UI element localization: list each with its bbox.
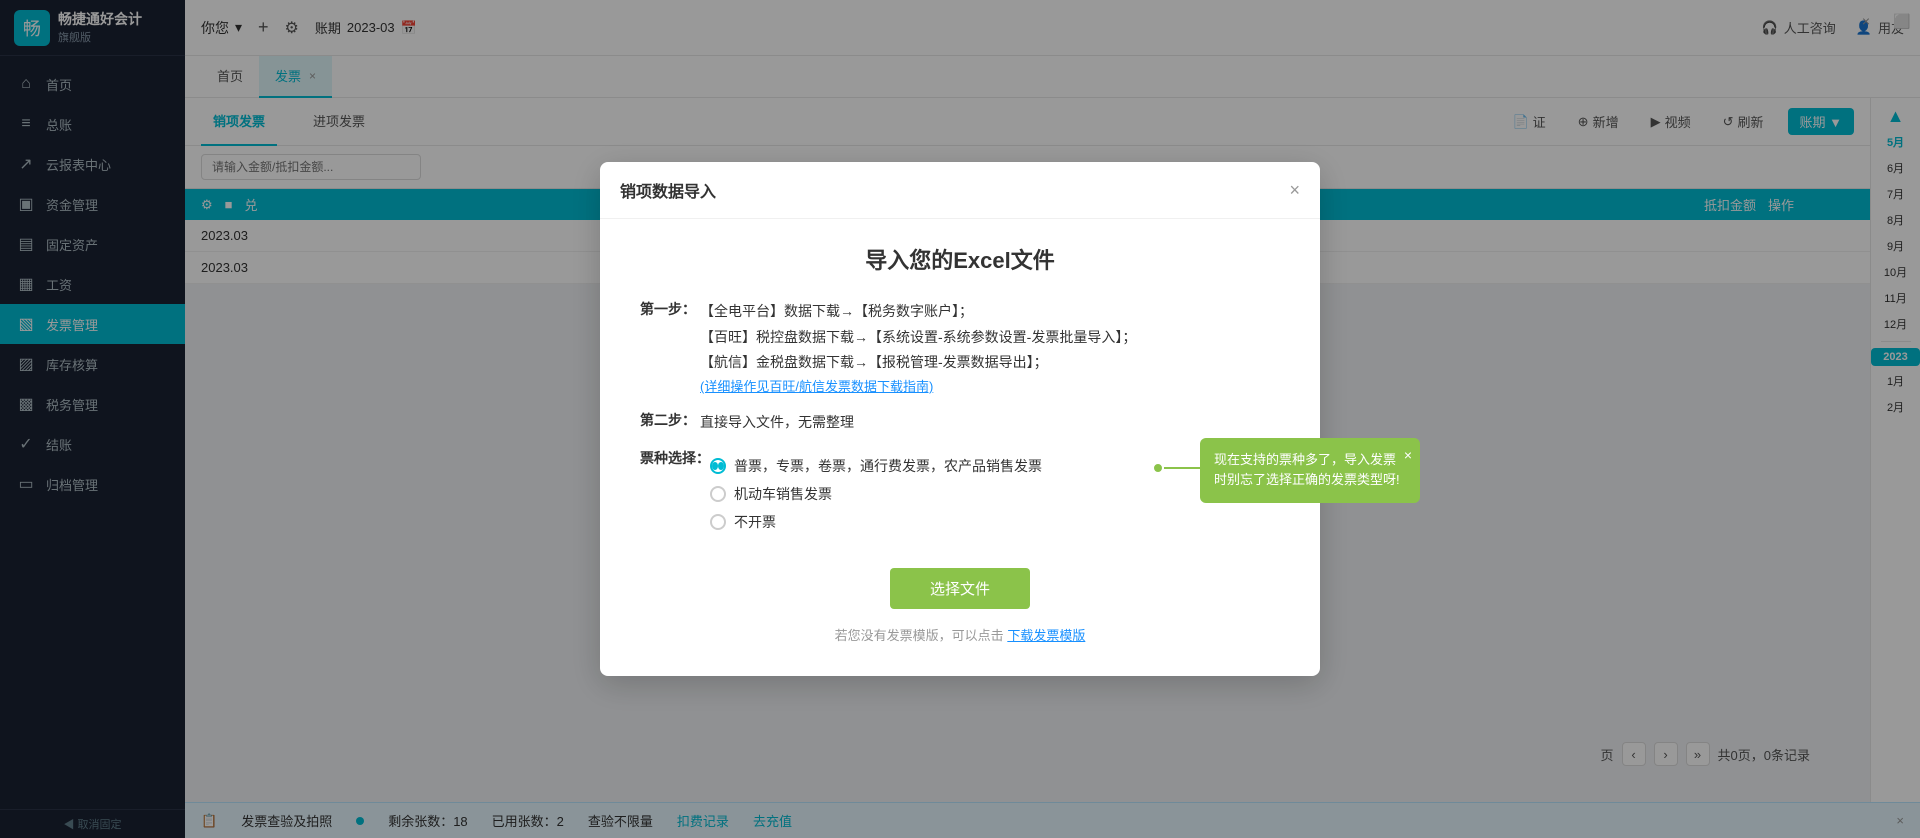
modal-close-button[interactable]: ×: [1289, 180, 1300, 201]
tooltip-container: × 现在支持的票种多了，导入发票时别忘了选择正确的发票类型呀!: [1200, 438, 1420, 504]
radio-motor[interactable]: [710, 486, 726, 502]
step2-label: 第二步：: [640, 410, 700, 430]
step1-label: 第一步：: [640, 299, 700, 319]
ticket-label: 票种选择：: [640, 448, 710, 468]
ticket-option-none[interactable]: 不开票: [710, 512, 1042, 532]
ticket-normal-label: 普票，专票，卷票，通行费发票，农产品销售发票: [734, 456, 1042, 476]
step1-line2: 【百旺】税控盘数据下载→【系统设置-系统参数设置-发票批量导入】；: [700, 325, 1136, 350]
ticket-none-label: 不开票: [734, 512, 776, 532]
download-template-link[interactable]: 下载发票模版: [1007, 628, 1085, 643]
modal-overlay: 销项数据导入 × 导入您的Excel文件 第一步： 【全电平台】数据下载→【税务…: [0, 0, 1920, 838]
radio-none[interactable]: [710, 514, 726, 530]
step2-content: 直接导入文件，无需整理: [700, 410, 854, 435]
select-file-button[interactable]: 选择文件: [890, 568, 1030, 609]
step1-content: 【全电平台】数据下载→【税务数字账户】； 【百旺】税控盘数据下载→【系统设置-系…: [700, 299, 1136, 398]
tooltip-bubble: × 现在支持的票种多了，导入发票时别忘了选择正确的发票类型呀!: [1200, 438, 1420, 504]
radio-normal[interactable]: [710, 458, 726, 474]
import-modal: 销项数据导入 × 导入您的Excel文件 第一步： 【全电平台】数据下载→【税务…: [600, 162, 1320, 675]
modal-main-title: 导入您的Excel文件: [640, 243, 1280, 275]
ticket-motor-label: 机动车销售发票: [734, 484, 832, 504]
step1-line1: 【全电平台】数据下载→【税务数字账户】；: [700, 299, 1136, 324]
modal-header: 销项数据导入 ×: [600, 162, 1320, 219]
tooltip-close-btn[interactable]: ×: [1404, 444, 1412, 466]
step1-section: 第一步： 【全电平台】数据下载→【税务数字账户】； 【百旺】税控盘数据下载→【系…: [640, 299, 1280, 398]
tooltip-line: [1164, 467, 1200, 469]
guide-link[interactable]: (详细操作见百旺/航信发票数据下载指南): [700, 379, 933, 394]
tooltip-dot-indicator: [1152, 462, 1164, 474]
tooltip-text: 现在支持的票种多了，导入发票时别忘了选择正确的发票类型呀!: [1214, 452, 1400, 488]
modal-footer: 若您没有发票模版，可以点击 下载发票模版: [640, 625, 1280, 644]
step2-section: 第二步： 直接导入文件，无需整理: [640, 410, 1280, 435]
modal-title: 销项数据导入: [620, 178, 716, 202]
ticket-option-normal[interactable]: 普票，专票，卷票，通行费发票，农产品销售发票: [710, 456, 1042, 476]
footer-text: 若您没有发票模版，可以点击: [835, 628, 1004, 643]
step1-link[interactable]: (详细操作见百旺/航信发票数据下载指南): [700, 375, 1136, 398]
ticket-option-motor[interactable]: 机动车销售发票: [710, 484, 1042, 504]
ticket-radio-group: 普票，专票，卷票，通行费发票，农产品销售发票 机动车销售发票 不开票: [710, 456, 1042, 540]
step1-line3: 【航信】金税盘数据下载→【报税管理-发票数据导出】；: [700, 350, 1136, 375]
ticket-selection-section: 票种选择： 普票，专票，卷票，通行费发票，农产品销售发票 机动车销售发票: [640, 448, 1280, 548]
modal-body: 导入您的Excel文件 第一步： 【全电平台】数据下载→【税务数字账户】； 【百…: [600, 219, 1320, 675]
